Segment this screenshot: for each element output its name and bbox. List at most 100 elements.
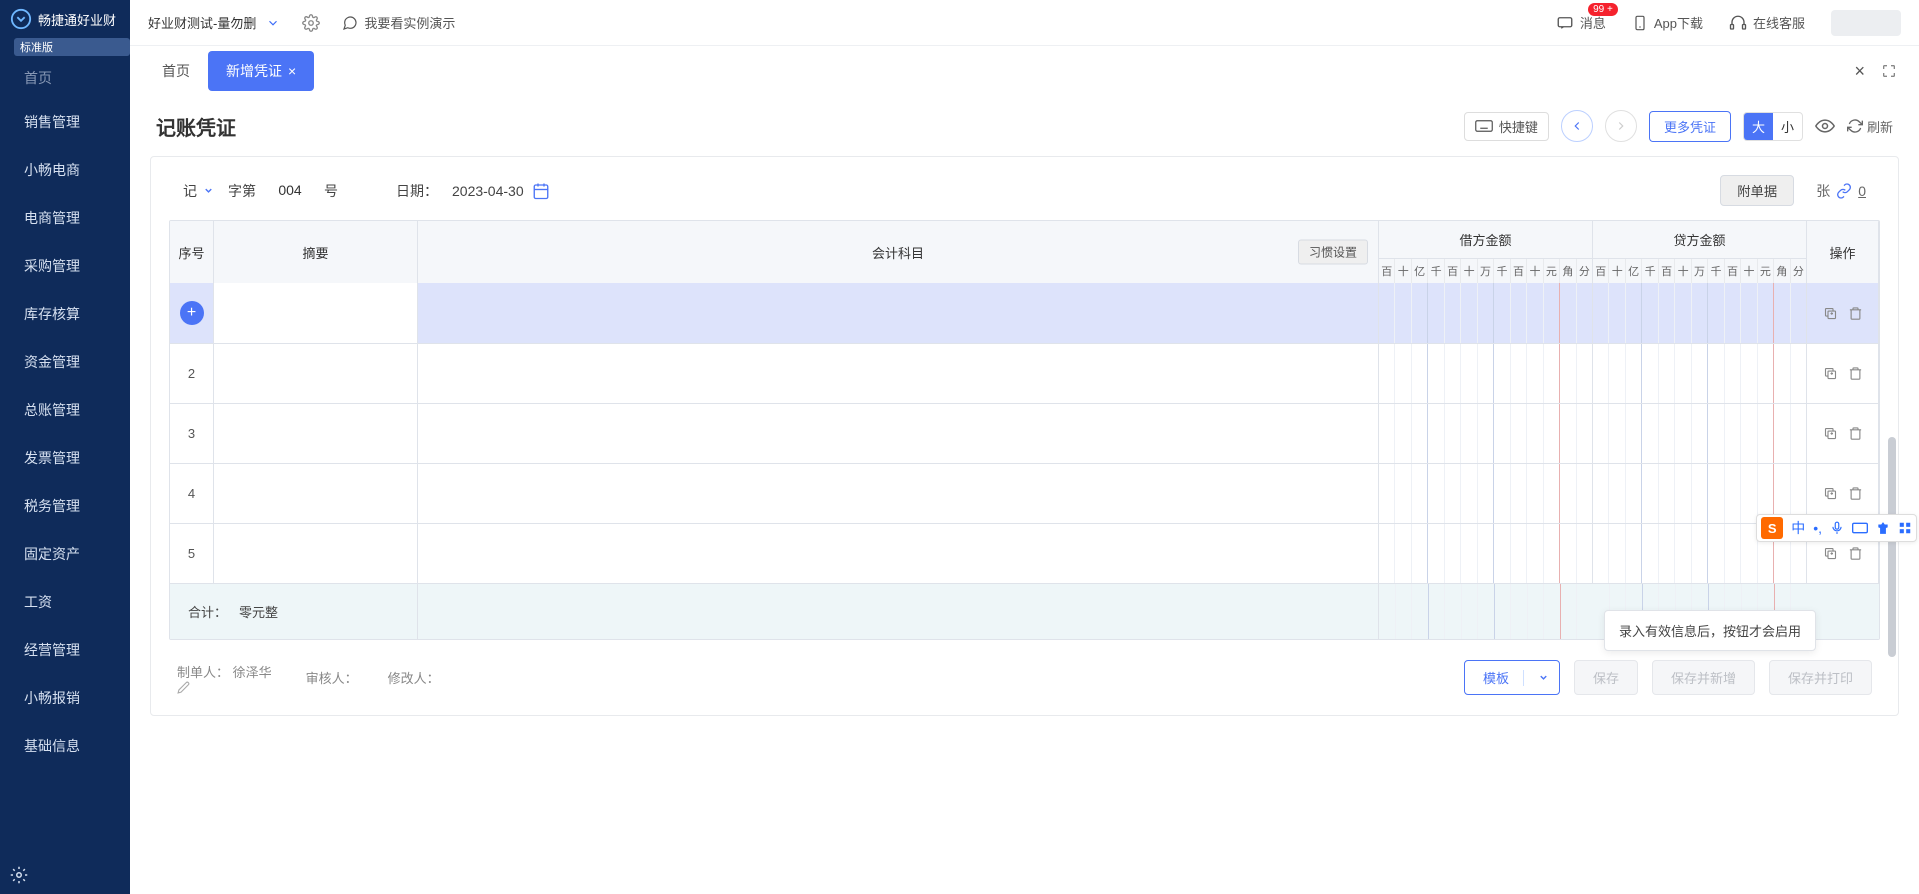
- sidebar-item-sales[interactable]: 销售管理: [0, 98, 130, 146]
- debit-cell[interactable]: [1379, 404, 1593, 463]
- demo-link[interactable]: 我要看实例演示: [342, 13, 455, 32]
- close-icon[interactable]: ×: [288, 63, 296, 79]
- app-download-button[interactable]: App下载: [1632, 13, 1703, 32]
- sidebar-item-ecomm-mgmt[interactable]: 电商管理: [0, 194, 130, 242]
- table-row[interactable]: 5: [170, 523, 1879, 583]
- scrollbar-thumb[interactable]: [1888, 437, 1896, 657]
- close-all-tabs-button[interactable]: ×: [1846, 57, 1873, 86]
- sidebar-item-operations[interactable]: 经营管理: [0, 626, 130, 674]
- sidebar-item-expense[interactable]: 小畅报销: [0, 674, 130, 722]
- sidebar-item-purchase[interactable]: 采购管理: [0, 242, 130, 290]
- save-new-button[interactable]: 保存并新增: [1652, 660, 1755, 695]
- account-cell[interactable]: [418, 524, 1379, 583]
- ime-skin-icon[interactable]: [1876, 521, 1890, 535]
- size-small-button[interactable]: 小: [1773, 113, 1802, 140]
- debit-cell[interactable]: [1379, 344, 1593, 403]
- message-button[interactable]: 消息 99 +: [1556, 13, 1606, 32]
- voucher-number-input[interactable]: [270, 182, 310, 199]
- ime-lang[interactable]: 中: [1791, 518, 1805, 538]
- tab-new-voucher[interactable]: 新增凭证 ×: [208, 51, 314, 91]
- save-print-button[interactable]: 保存并打印: [1769, 660, 1872, 695]
- sidebar-item-fixed-assets[interactable]: 固定资产: [0, 530, 130, 578]
- sidebar-item-funds[interactable]: 资金管理: [0, 338, 130, 386]
- table-row[interactable]: +: [170, 283, 1879, 343]
- org-selector[interactable]: 好业财测试-量勿删: [148, 13, 280, 32]
- credit-cell[interactable]: [1593, 283, 1807, 343]
- refresh-button[interactable]: 刷新: [1847, 117, 1893, 136]
- delete-row-button[interactable]: [1848, 426, 1863, 441]
- support-button[interactable]: 在线客服: [1729, 13, 1805, 32]
- ime-toolbar[interactable]: S 中 •,: [1756, 514, 1917, 542]
- debit-cell[interactable]: [1379, 464, 1593, 523]
- sidebar-item-inventory[interactable]: 库存核算: [0, 290, 130, 338]
- debit-cell[interactable]: [1379, 524, 1593, 583]
- summary-cell[interactable]: [214, 464, 418, 523]
- delete-row-button[interactable]: [1848, 366, 1863, 381]
- table-row[interactable]: 3: [170, 403, 1879, 463]
- sidebar-item-ledger[interactable]: 总账管理: [0, 386, 130, 434]
- voucher-prefix-select[interactable]: 记: [183, 181, 214, 201]
- topbar-settings-button[interactable]: [302, 14, 320, 32]
- total-text: 零元整: [239, 602, 278, 621]
- save-button[interactable]: 保存: [1574, 660, 1638, 695]
- sidebar-item-salary[interactable]: 工资: [0, 578, 130, 626]
- ime-mic-icon[interactable]: [1830, 521, 1844, 535]
- template-button[interactable]: 模板: [1464, 660, 1560, 695]
- eye-icon: [1815, 116, 1835, 136]
- summary-cell[interactable]: [214, 344, 418, 403]
- add-row-button[interactable]: +: [180, 301, 204, 325]
- avatar[interactable]: [1831, 10, 1901, 36]
- voucher-panel: 记 字第 号 日期： 2023-04-30 附单据 张 0: [150, 156, 1899, 716]
- edit-maker-button[interactable]: [177, 681, 276, 694]
- sidebar-item-ecomm-small[interactable]: 小畅电商: [0, 146, 130, 194]
- summary-input[interactable]: [214, 283, 417, 343]
- account-cell[interactable]: [418, 344, 1379, 403]
- copy-row-button[interactable]: [1823, 366, 1838, 381]
- copy-row-button[interactable]: [1823, 486, 1838, 501]
- sidebar-item-tax[interactable]: 税务管理: [0, 482, 130, 530]
- message-badge: 99 +: [1588, 3, 1618, 16]
- credit-cell[interactable]: [1593, 404, 1807, 463]
- summary-cell[interactable]: [214, 283, 418, 343]
- delete-row-button[interactable]: [1848, 546, 1863, 561]
- summary-cell[interactable]: [214, 404, 418, 463]
- arrow-right-icon: [1614, 119, 1628, 133]
- next-voucher-button[interactable]: [1605, 110, 1637, 142]
- ime-menu-icon[interactable]: [1898, 521, 1912, 535]
- account-cell[interactable]: [418, 283, 1379, 343]
- tab-label: 新增凭证: [226, 61, 282, 81]
- habit-settings-button[interactable]: 习惯设置: [1298, 240, 1368, 265]
- ime-punct-icon[interactable]: •,: [1813, 520, 1822, 536]
- view-mode-button[interactable]: [1815, 116, 1835, 136]
- copy-row-button[interactable]: [1823, 306, 1838, 321]
- delete-row-button[interactable]: [1848, 306, 1863, 321]
- debit-cell[interactable]: [1379, 283, 1593, 343]
- more-vouchers-button[interactable]: 更多凭证: [1649, 111, 1731, 142]
- sidebar-item-basic[interactable]: 基础信息: [0, 722, 130, 770]
- table-row[interactable]: 2: [170, 343, 1879, 403]
- header-seq: 序号: [170, 221, 214, 283]
- date-picker[interactable]: 2023-04-30: [452, 182, 550, 200]
- digit-header: 百: [1511, 259, 1527, 283]
- attachment-icon[interactable]: [1836, 183, 1852, 199]
- shortcut-button[interactable]: 快捷键: [1464, 112, 1549, 141]
- sidebar-item-invoice[interactable]: 发票管理: [0, 434, 130, 482]
- delete-row-button[interactable]: [1848, 486, 1863, 501]
- calendar-icon: [532, 182, 550, 200]
- size-large-button[interactable]: 大: [1744, 113, 1773, 140]
- table-row[interactable]: 4: [170, 463, 1879, 523]
- credit-cell[interactable]: [1593, 344, 1807, 403]
- copy-row-button[interactable]: [1823, 426, 1838, 441]
- ime-keyboard-icon[interactable]: [1852, 522, 1868, 534]
- sidebar-settings-button[interactable]: [0, 856, 130, 894]
- account-cell[interactable]: [418, 464, 1379, 523]
- seq-cell: 2: [170, 344, 214, 403]
- attach-document-button[interactable]: 附单据: [1720, 175, 1794, 206]
- account-cell[interactable]: [418, 404, 1379, 463]
- sidebar-item-partial[interactable]: 首页: [0, 66, 130, 98]
- tab-home[interactable]: 首页: [144, 51, 208, 91]
- prev-voucher-button[interactable]: [1561, 110, 1593, 142]
- summary-cell[interactable]: [214, 524, 418, 583]
- copy-row-button[interactable]: [1823, 546, 1838, 561]
- fullscreen-button[interactable]: [1873, 59, 1905, 83]
